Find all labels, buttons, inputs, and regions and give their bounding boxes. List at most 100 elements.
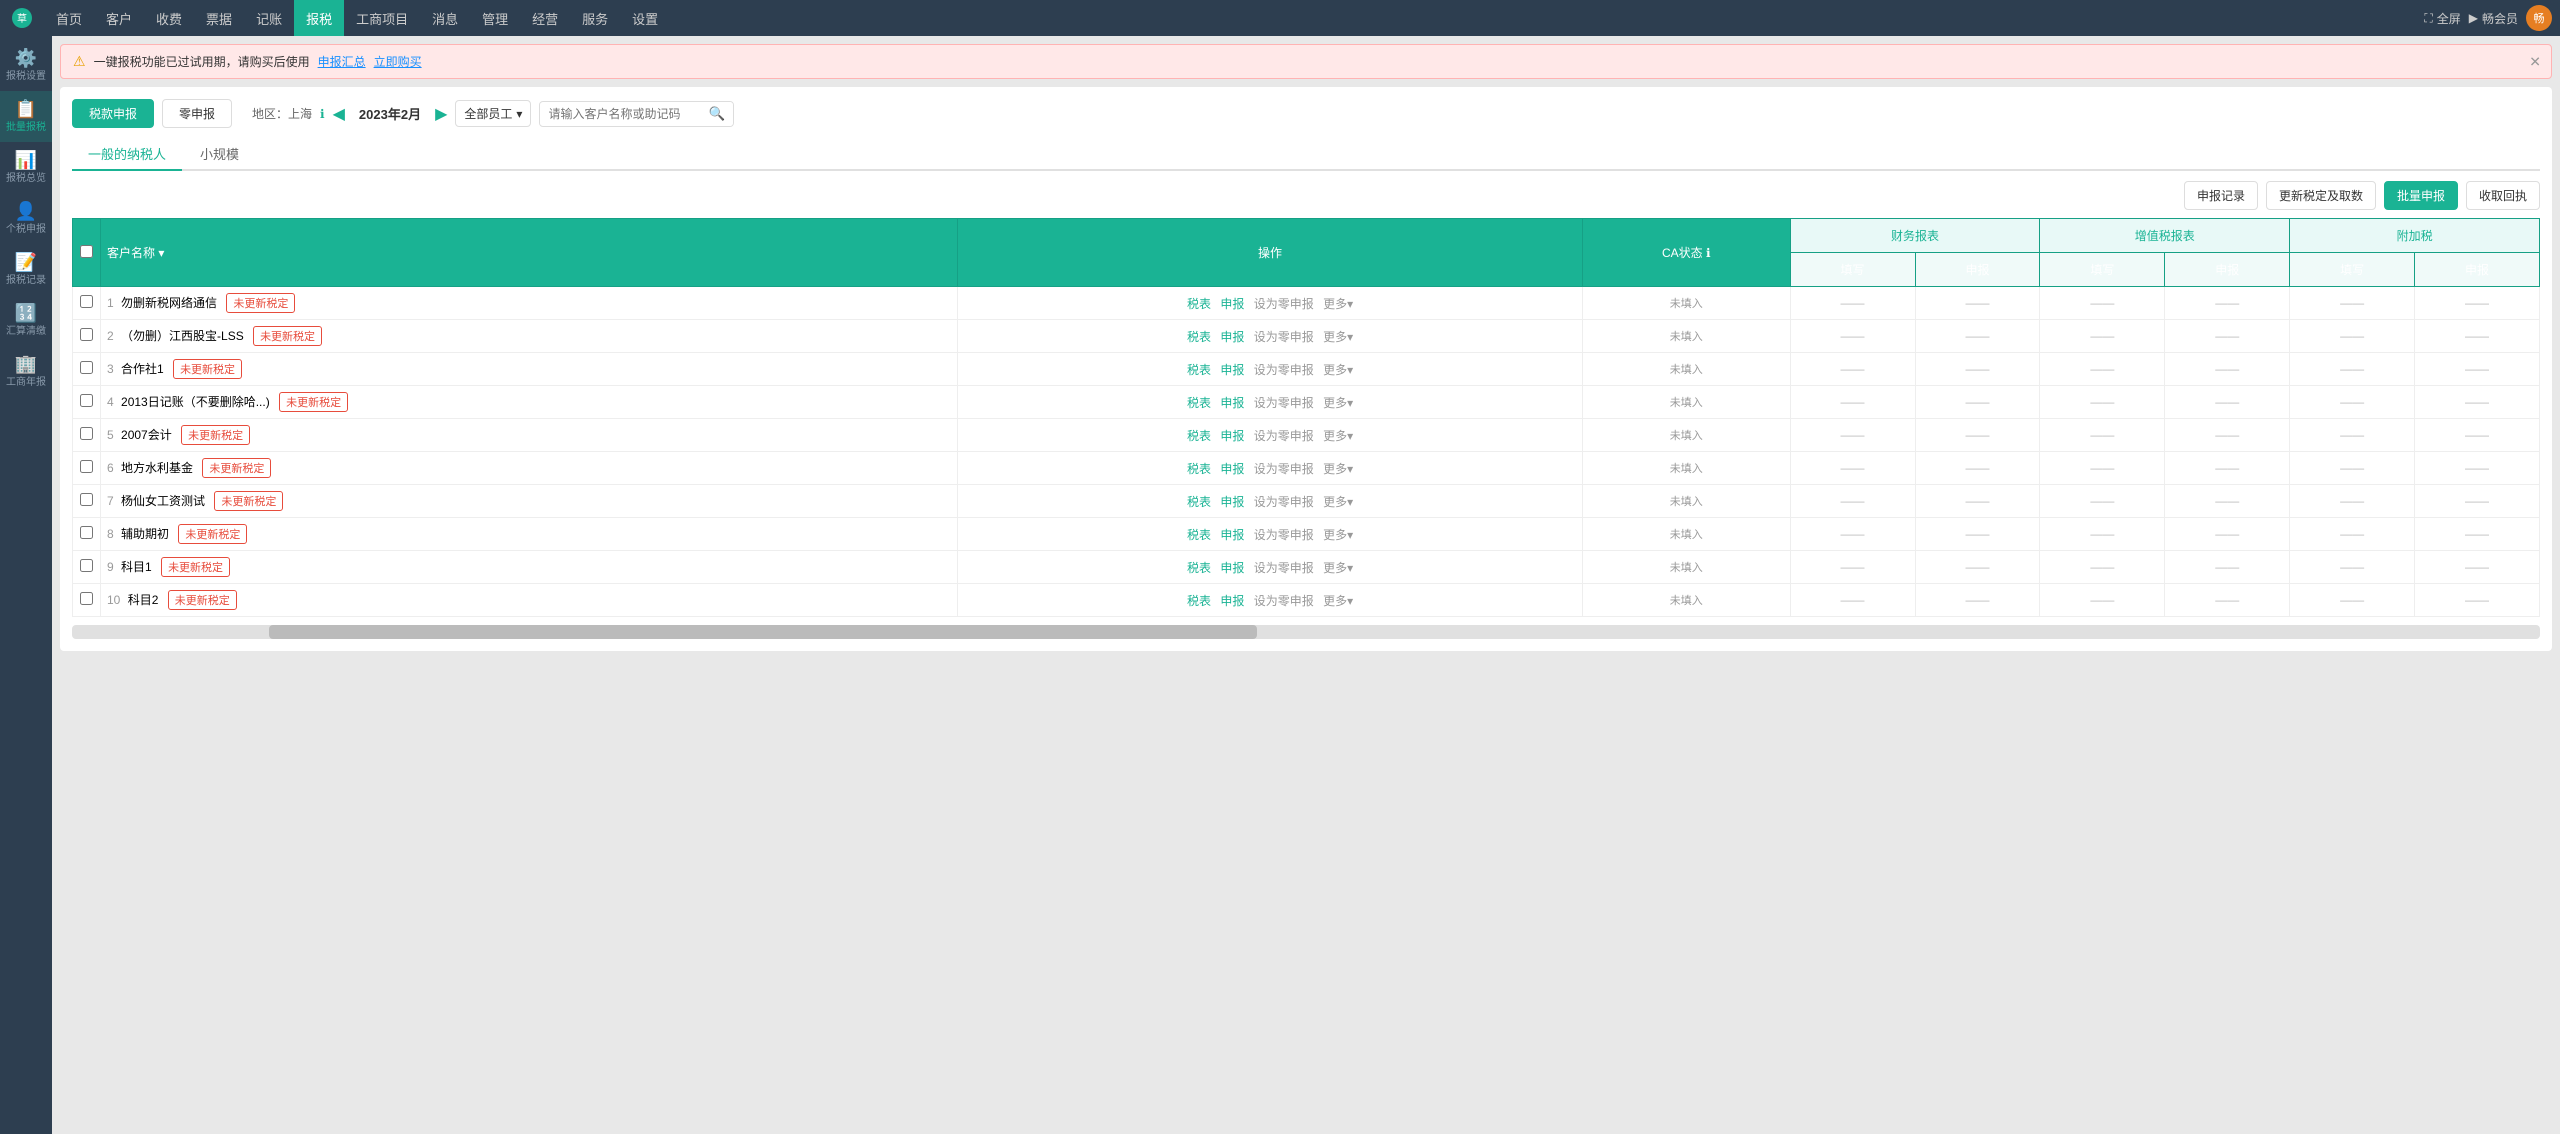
search-input[interactable] — [540, 103, 700, 125]
op-set-zero[interactable]: 设为零申报 — [1254, 462, 1314, 476]
op-tax-table[interactable]: 税表 — [1187, 297, 1211, 311]
op-declare[interactable]: 申报 — [1220, 429, 1244, 443]
op-set-zero[interactable]: 设为零申报 — [1254, 363, 1314, 377]
notification-link-buy[interactable]: 立即购买 — [374, 53, 422, 70]
ca-info-icon[interactable]: ℹ — [1706, 246, 1711, 260]
avatar[interactable]: 畅 — [2526, 5, 2552, 31]
sidebar-item-personal-report[interactable]: 👤 个税申报 — [0, 193, 52, 244]
op-declare[interactable]: 申报 — [1220, 297, 1244, 311]
op-tax-table[interactable]: 税表 — [1187, 495, 1211, 509]
op-tax-table[interactable]: 税表 — [1187, 429, 1211, 443]
period-prev-button[interactable]: ◀ — [333, 104, 345, 124]
nav-invoice[interactable]: 票据 — [194, 0, 244, 36]
select-all-checkbox[interactable] — [80, 245, 93, 258]
sidebar-item-tax-settings[interactable]: ⚙️ 报税设置 — [0, 40, 52, 91]
notification-close-button[interactable]: ✕ — [2529, 53, 2541, 70]
op-tax-table[interactable]: 税表 — [1187, 528, 1211, 542]
op-set-zero[interactable]: 设为零申报 — [1254, 594, 1314, 608]
member-button[interactable]: ▶ 畅会员 — [2469, 10, 2518, 27]
tab-tax-declaration[interactable]: 税款申报 — [72, 99, 154, 128]
period-next-button[interactable]: ▶ — [435, 104, 447, 124]
nav-tax[interactable]: 报税 — [294, 0, 344, 36]
row-checkbox-2[interactable] — [80, 361, 93, 374]
op-more[interactable]: 更多▾ — [1323, 297, 1353, 311]
sidebar-item-batch-tax[interactable]: 📋 批量报税 — [0, 91, 52, 142]
sidebar-item-tax-records[interactable]: 📝 报税记录 — [0, 244, 52, 295]
sidebar-item-business-report[interactable]: 🏢 工商年报 — [0, 346, 52, 397]
sidebar-item-calc-clear[interactable]: 🔢 汇算清缴 — [0, 295, 52, 346]
scrollbar-thumb[interactable] — [269, 625, 1256, 639]
nav-services[interactable]: 服务 — [570, 0, 620, 36]
sort-icon[interactable]: ▾ — [158, 246, 164, 260]
op-more[interactable]: 更多▾ — [1323, 429, 1353, 443]
row-ca-status: 未填入 — [1582, 485, 1790, 518]
horizontal-scrollbar[interactable] — [72, 625, 2540, 639]
notification-link-summary[interactable]: 申报汇总 — [318, 53, 366, 70]
op-declare[interactable]: 申报 — [1220, 594, 1244, 608]
op-tax-table[interactable]: 税表 — [1187, 561, 1211, 575]
row-checkbox-5[interactable] — [80, 460, 93, 473]
op-more[interactable]: 更多▾ — [1323, 330, 1353, 344]
op-more[interactable]: 更多▾ — [1323, 363, 1353, 377]
row-checkbox-9[interactable] — [80, 592, 93, 605]
nav-operations[interactable]: 经营 — [520, 0, 570, 36]
row-checkbox-7[interactable] — [80, 526, 93, 539]
op-more[interactable]: 更多▾ — [1323, 495, 1353, 509]
row-checkbox-6[interactable] — [80, 493, 93, 506]
op-declare[interactable]: 申报 — [1220, 495, 1244, 509]
op-declare[interactable]: 申报 — [1220, 528, 1244, 542]
op-tax-table[interactable]: 税表 — [1187, 594, 1211, 608]
app-logo[interactable]: 草 — [8, 4, 36, 32]
op-tax-table[interactable]: 税表 — [1187, 396, 1211, 410]
op-set-zero[interactable]: 设为零申报 — [1254, 495, 1314, 509]
region-info-icon[interactable]: ℹ — [320, 107, 325, 121]
batch-declare-button[interactable]: 批量申报 — [2384, 181, 2458, 210]
nav-accounting[interactable]: 记账 — [244, 0, 294, 36]
nav-settings[interactable]: 设置 — [620, 0, 670, 36]
op-tax-table[interactable]: 税表 — [1187, 363, 1211, 377]
nav-home[interactable]: 首页 — [44, 0, 94, 36]
nav-business[interactable]: 工商项目 — [344, 0, 420, 36]
tab-zero-declaration[interactable]: 零申报 — [162, 99, 232, 128]
collect-receipt-button[interactable]: 收取回执 — [2466, 181, 2540, 210]
op-declare[interactable]: 申报 — [1220, 363, 1244, 377]
nav-messages[interactable]: 消息 — [420, 0, 470, 36]
op-tax-table[interactable]: 税表 — [1187, 462, 1211, 476]
nav-management[interactable]: 管理 — [470, 0, 520, 36]
op-declare[interactable]: 申报 — [1220, 396, 1244, 410]
op-more[interactable]: 更多▾ — [1323, 462, 1353, 476]
op-more[interactable]: 更多▾ — [1323, 396, 1353, 410]
nav-billing[interactable]: 收费 — [144, 0, 194, 36]
op-set-zero[interactable]: 设为零申报 — [1254, 297, 1314, 311]
sub-tab-small[interactable]: 小规模 — [184, 138, 255, 171]
row-checkbox-3[interactable] — [80, 394, 93, 407]
sidebar-label-personal-report: 个税申报 — [6, 224, 46, 236]
sidebar-item-report-overview[interactable]: 📊 报税总览 — [0, 142, 52, 193]
row-additional-fill: —— — [2290, 584, 2415, 617]
op-set-zero[interactable]: 设为零申报 — [1254, 561, 1314, 575]
header-operation: 操作 — [958, 219, 1583, 287]
op-declare[interactable]: 申报 — [1220, 330, 1244, 344]
search-button[interactable]: 🔍 — [700, 102, 733, 126]
op-set-zero[interactable]: 设为零申报 — [1254, 528, 1314, 542]
update-tax-button[interactable]: 更新税定及取数 — [2266, 181, 2376, 210]
declaration-records-button[interactable]: 申报记录 — [2184, 181, 2258, 210]
op-more[interactable]: 更多▾ — [1323, 528, 1353, 542]
nav-customer[interactable]: 客户 — [94, 0, 144, 36]
staff-filter-select[interactable]: 全部员工 ▾ — [455, 100, 531, 127]
op-tax-table[interactable]: 税表 — [1187, 330, 1211, 344]
row-checkbox-8[interactable] — [80, 559, 93, 572]
op-more[interactable]: 更多▾ — [1323, 594, 1353, 608]
op-more[interactable]: 更多▾ — [1323, 561, 1353, 575]
row-name: 杨仙女工资测试 — [121, 494, 205, 508]
fullscreen-button[interactable]: ⛶ 全屏 — [2424, 10, 2460, 27]
row-checkbox-0[interactable] — [80, 295, 93, 308]
sub-tab-general[interactable]: 一般的纳税人 — [72, 138, 182, 171]
op-set-zero[interactable]: 设为零申报 — [1254, 396, 1314, 410]
op-set-zero[interactable]: 设为零申报 — [1254, 429, 1314, 443]
op-set-zero[interactable]: 设为零申报 — [1254, 330, 1314, 344]
op-declare[interactable]: 申报 — [1220, 561, 1244, 575]
row-checkbox-1[interactable] — [80, 328, 93, 341]
row-checkbox-4[interactable] — [80, 427, 93, 440]
op-declare[interactable]: 申报 — [1220, 462, 1244, 476]
